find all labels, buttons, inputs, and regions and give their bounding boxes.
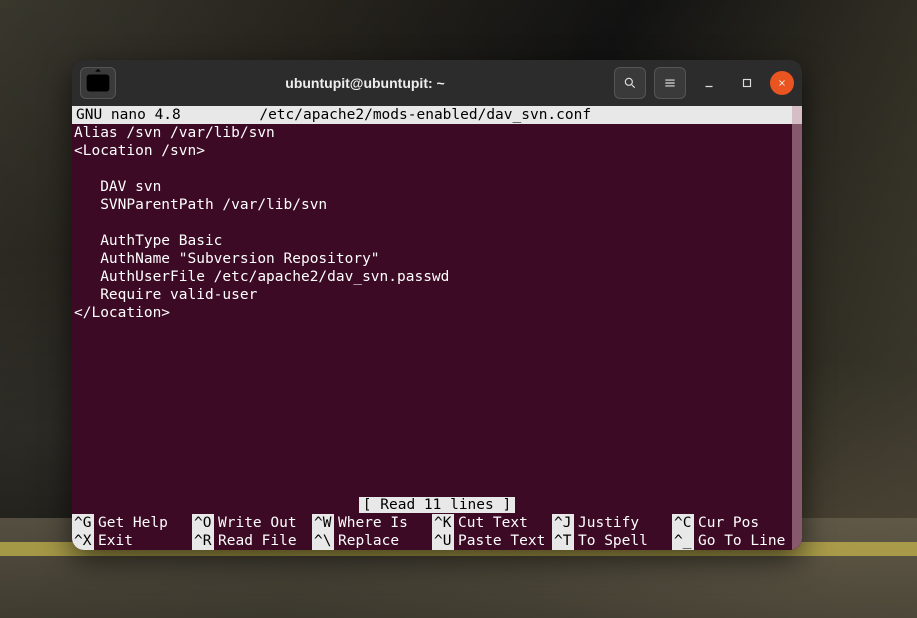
nano-help-key: ^\ <box>312 532 334 550</box>
nano-help-item: ^GGet Help <box>72 514 192 532</box>
nano-help-key: ^O <box>192 514 214 532</box>
nano-header: GNU nano 4.8 /etc/apache2/mods-enabled/d… <box>72 106 802 124</box>
nano-help-item: ^WWhere Is <box>312 514 432 532</box>
nano-help-label: Cut Text <box>454 514 528 532</box>
scrollbar[interactable] <box>792 106 802 550</box>
hamburger-icon <box>663 76 677 90</box>
terminal-window: ubuntupit@ubuntupit: ~ <box>72 60 802 550</box>
minimize-button[interactable] <box>694 68 724 98</box>
nano-help-label: Go To Line <box>694 532 785 550</box>
new-tab-button[interactable] <box>80 67 116 99</box>
nano-help-row-2: ^XExit^RRead File^\Replace^UPaste Text^T… <box>72 532 802 550</box>
nano-editor-content[interactable]: Alias /svn /var/lib/svn <Location /svn> … <box>72 124 802 322</box>
search-button[interactable] <box>614 67 646 99</box>
nano-help-key: ^T <box>552 532 574 550</box>
nano-filepath: /etc/apache2/mods-enabled/dav_svn.conf <box>259 107 591 123</box>
terminal-body[interactable]: GNU nano 4.8 /etc/apache2/mods-enabled/d… <box>72 106 802 550</box>
nano-help-row-1: ^GGet Help^OWrite Out^WWhere Is^KCut Tex… <box>72 514 802 532</box>
nano-help-key: ^G <box>72 514 94 532</box>
nano-help-label: To Spell <box>574 532 648 550</box>
nano-help-key: ^K <box>432 514 454 532</box>
nano-help-item: ^CCur Pos <box>672 514 792 532</box>
nano-help-item: ^XExit <box>72 532 192 550</box>
nano-help-label: Paste Text <box>454 532 545 550</box>
nano-help-key: ^X <box>72 532 94 550</box>
nano-help-item: ^UPaste Text <box>432 532 552 550</box>
nano-help-key: ^_ <box>672 532 694 550</box>
nano-app-name: GNU nano 4.8 <box>76 107 181 123</box>
nano-help-key: ^C <box>672 514 694 532</box>
nano-help-bar: ^GGet Help^OWrite Out^WWhere Is^KCut Tex… <box>72 514 802 550</box>
nano-help-label: Get Help <box>94 514 168 532</box>
nano-help-key: ^J <box>552 514 574 532</box>
nano-help-item: ^JJustify <box>552 514 672 532</box>
menu-button[interactable] <box>654 67 686 99</box>
nano-help-item: ^_Go To Line <box>672 532 792 550</box>
window-title: ubuntupit@ubuntupit: ~ <box>122 75 608 91</box>
nano-help-label: Replace <box>334 532 399 550</box>
nano-help-key: ^W <box>312 514 334 532</box>
nano-help-item: ^TTo Spell <box>552 532 672 550</box>
nano-help-key: ^U <box>432 532 454 550</box>
nano-help-item: ^OWrite Out <box>192 514 312 532</box>
nano-help-item: ^\Replace <box>312 532 432 550</box>
nano-help-label: Where Is <box>334 514 408 532</box>
nano-status-line: [ Read 11 lines ] <box>72 496 802 514</box>
nano-help-item: ^RRead File <box>192 532 312 550</box>
nano-help-label: Read File <box>214 532 297 550</box>
nano-help-item: ^KCut Text <box>432 514 552 532</box>
minimize-icon <box>702 76 716 90</box>
window-controls <box>614 67 794 99</box>
nano-help-label: Justify <box>574 514 639 532</box>
nano-status-text: [ Read 11 lines ] <box>359 497 515 513</box>
nano-help-label: Write Out <box>214 514 297 532</box>
nano-help-key: ^R <box>192 532 214 550</box>
search-icon <box>623 76 637 90</box>
close-button[interactable] <box>770 71 794 95</box>
close-icon <box>777 78 787 88</box>
window-titlebar[interactable]: ubuntupit@ubuntupit: ~ <box>72 60 802 106</box>
maximize-button[interactable] <box>732 68 762 98</box>
new-tab-icon <box>81 66 115 100</box>
nano-help-label: Cur Pos <box>694 514 759 532</box>
nano-help-label: Exit <box>94 532 133 550</box>
maximize-icon <box>740 76 754 90</box>
desktop-background: ubuntupit@ubuntupit: ~ <box>0 0 917 618</box>
